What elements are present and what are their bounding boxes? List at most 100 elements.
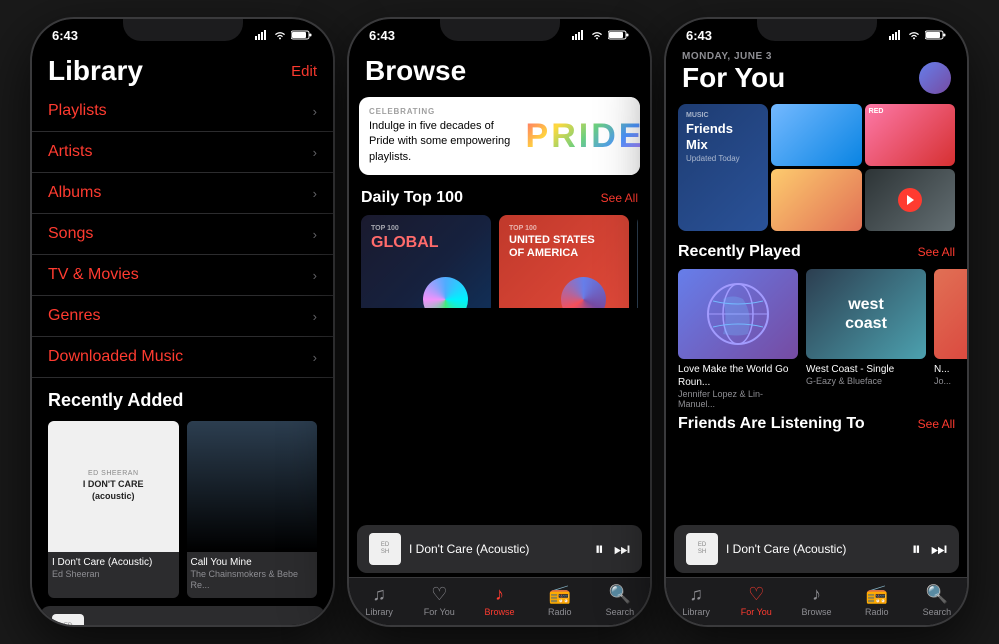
recently-added-grid: Ed Sheeran I DON'T CARE(acoustic) I Don'…	[48, 421, 317, 598]
library-item-genres[interactable]: Genres ›	[32, 296, 333, 337]
next-button[interactable]: ⏭	[614, 539, 630, 560]
pride-banner[interactable]: CELEBRATING Indulge in five decades of P…	[359, 97, 640, 175]
library-item-downloaded[interactable]: Downloaded Music ›	[32, 337, 333, 378]
tab-label-foryou: For You	[424, 607, 455, 617]
play-button[interactable]	[898, 188, 922, 212]
see-all-button[interactable]: See All	[918, 417, 955, 431]
library-item-artists[interactable]: Artists ›	[32, 132, 333, 173]
np-thumb: EDSH	[52, 614, 84, 625]
mix-art-play[interactable]	[865, 169, 955, 231]
mix-art-label: RED	[869, 108, 884, 115]
chevron-icon: ›	[313, 227, 317, 242]
library-item-tvmovies[interactable]: TV & Movies ›	[32, 255, 333, 296]
tab-library[interactable]: ♫ Library	[666, 584, 726, 617]
next-button[interactable]: ⏭	[931, 539, 947, 560]
pause-button[interactable]: ⏸	[278, 619, 287, 625]
avatar[interactable]	[919, 62, 951, 94]
mix-art-1[interactable]	[771, 104, 861, 166]
spacer	[349, 308, 650, 525]
rp-artist: Jennifer Lopez & Lin-Manuel...	[678, 389, 798, 409]
library-item-playlists[interactable]: Playlists ›	[32, 91, 333, 132]
library-icon: ♫	[689, 584, 703, 605]
friends-mix-updated: Updated Today	[686, 154, 760, 163]
friends-mix-label: MUSIC	[686, 112, 760, 119]
album-card-ed[interactable]: Ed Sheeran I DON'T CARE(acoustic) I Don'…	[48, 421, 179, 598]
tab-label-browse: Browse	[802, 607, 832, 617]
section-header: Recently Played See All	[678, 243, 955, 261]
top100-other-art: TOP 100	[637, 215, 638, 308]
np-thumb: EDSH	[369, 533, 401, 565]
next-button[interactable]: ⏭	[297, 619, 313, 625]
pause-button[interactable]: ⏸	[912, 539, 921, 560]
albums-label: Albums	[48, 184, 101, 202]
rp-card-3[interactable]: N... Jo...	[934, 269, 967, 409]
friends-mix-title: FriendsMix	[686, 121, 760, 152]
mix-art-2[interactable]: RED	[865, 104, 955, 166]
mix-art-3[interactable]	[771, 169, 861, 231]
daily-top-section: Daily Top 100 See All TOP 100 GLOBAL	[349, 181, 650, 308]
see-all-button[interactable]: See All	[601, 191, 638, 205]
rp-title: West Coast - Single	[806, 363, 926, 376]
rp-art-3	[934, 269, 967, 359]
album-artist: Ed Sheeran	[52, 569, 175, 581]
rp-title: Love Make the World Go Roun...	[678, 363, 798, 389]
tab-radio[interactable]: 📻 Radio	[847, 584, 907, 617]
recently-added-section: Recently Added Ed Sheeran I DON'T CARE(a…	[32, 378, 333, 606]
tab-foryou[interactable]: ♡ For You	[409, 584, 469, 617]
edit-button[interactable]: Edit	[291, 55, 317, 80]
tab-search[interactable]: 🔍 Search	[907, 584, 967, 617]
phone-screen: 6:43 Browse CELEBRATING Indulge in five …	[349, 19, 650, 625]
library-list: Playlists › Artists › Albums › Songs › T…	[32, 91, 333, 378]
tab-library[interactable]: ♫ Library	[349, 584, 409, 617]
phone-notch	[440, 19, 560, 41]
signal-icon	[572, 30, 586, 40]
top100-art-other: TOP 100	[637, 215, 638, 308]
tab-foryou[interactable]: ♡ For You	[726, 584, 786, 617]
battery-icon	[608, 30, 630, 40]
now-playing-bar[interactable]: EDSH I Don't Care (Acoustic) ⏸ ⏭	[674, 525, 959, 573]
foryou-header: MONDAY, JUNE 3 For You	[666, 47, 967, 98]
library-item-albums[interactable]: Albums ›	[32, 173, 333, 214]
np-thumb-label: EDSH	[381, 542, 389, 555]
library-item-songs[interactable]: Songs ›	[32, 214, 333, 255]
top100-art-usa: TOP 100 UNITED STATESOF AMERICA	[499, 215, 629, 308]
pause-button[interactable]: ⏸	[595, 539, 604, 560]
top100-card-global[interactable]: TOP 100 GLOBAL Top	[361, 215, 491, 308]
battery-icon	[291, 30, 313, 40]
tab-browse[interactable]: ♪ Browse	[469, 584, 529, 617]
top100-usa-label: UNITED STATESOF AMERICA	[509, 234, 619, 259]
tvmovies-label: TV & Movies	[48, 266, 139, 284]
tab-browse[interactable]: ♪ Browse	[786, 584, 846, 617]
pride-letters: PRIDE	[526, 117, 640, 156]
phone-library: 6:43 Library Edit Playlists › Arti	[30, 17, 335, 627]
album-art-ed: Ed Sheeran I DON'T CARE(acoustic)	[48, 421, 179, 552]
phone-foryou: 6:43 MONDAY, JUNE 3 For You	[664, 17, 969, 627]
tab-search[interactable]: 🔍 Search	[590, 584, 650, 617]
chevron-icon: ›	[313, 350, 317, 365]
rp-card-1[interactable]: Love Make the World Go Roun... Jennifer …	[678, 269, 798, 409]
tab-bar: ♫ Library ♡ For You ♪ Browse 📻 Radio 🔍	[666, 577, 967, 625]
friends-listening-title: Friends Are Listening To	[678, 415, 865, 433]
tab-bar: ♫ Library ♡ For You ♪ Browse 📻 Radio 🔍	[349, 577, 650, 625]
browse-icon: ♪	[812, 584, 821, 605]
tab-radio[interactable]: 📻 Radio	[530, 584, 590, 617]
signal-icon	[889, 30, 903, 40]
album-card-dark[interactable]: Call You Mine The Chainsmokers & Bebe Re…	[187, 421, 318, 598]
browse-header: Browse	[349, 47, 650, 91]
top100-card-usa[interactable]: TOP 100 UNITED STATESOF AMERICA Top 100:…	[499, 215, 629, 308]
rp-artist: G-Eazy & Blueface	[806, 376, 926, 386]
now-playing-bar[interactable]: EDSH I Don't Care (Acoustic) ⏸ ⏭	[40, 606, 325, 625]
top100-card-other[interactable]: TOP 100 Top 100 Ap...	[637, 215, 638, 308]
search-icon: 🔍	[926, 584, 948, 605]
tab-label-foryou: For You	[741, 607, 772, 617]
foryou-title-row: For You	[682, 62, 951, 94]
friends-mix-card[interactable]: MUSIC FriendsMix Updated Today	[678, 104, 768, 231]
genres-label: Genres	[48, 307, 100, 325]
now-playing-bar[interactable]: EDSH I Don't Care (Acoustic) ⏸ ⏭	[357, 525, 642, 573]
rp-card-2[interactable]: westcoast West Coast - Single G-Eazy & B…	[806, 269, 926, 409]
chevron-icon: ›	[313, 268, 317, 283]
friends-listening-section: Friends Are Listening To See All	[666, 409, 967, 441]
np-title: I Don't Care (Acoustic)	[409, 542, 587, 556]
phone-screen: 6:43 Library Edit Playlists › Arti	[32, 19, 333, 625]
see-all-button[interactable]: See All	[918, 245, 955, 259]
